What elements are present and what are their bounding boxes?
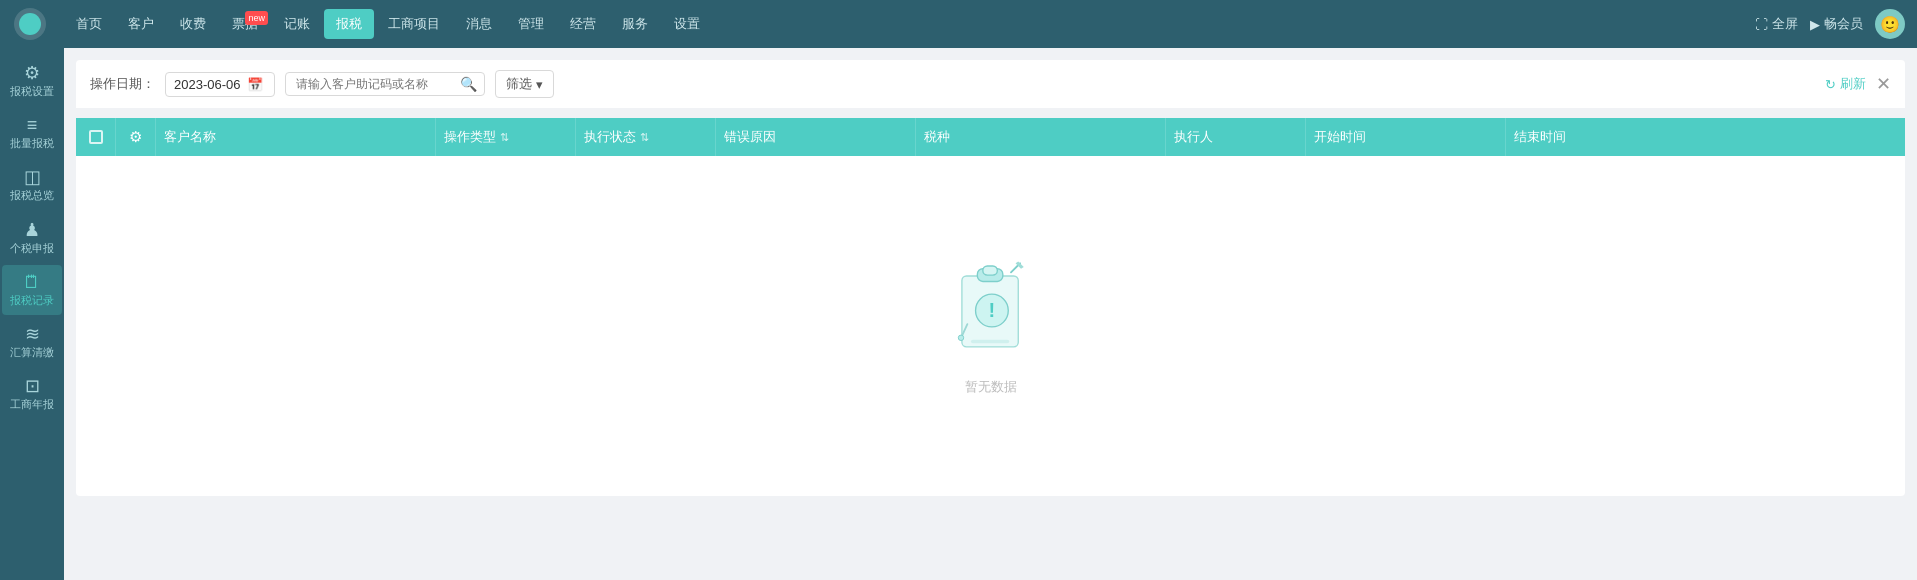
search-wrapper: 🔍: [285, 72, 485, 96]
nav-item-invoice[interactable]: 票据new: [220, 9, 270, 39]
calendar-icon: 📅: [247, 77, 263, 92]
th-label-client_name: 客户名称: [164, 128, 216, 146]
sidebar-item-tax-summary[interactable]: ◫ 报税总览: [2, 160, 62, 210]
svg-rect-7: [971, 340, 1009, 344]
sidebar-label-personal-tax: 个税申报: [10, 242, 54, 255]
empty-state: ! 暂无数据: [76, 156, 1905, 496]
sort-icon-op_type: ⇅: [500, 131, 509, 144]
th-end_time: 结束时间: [1506, 118, 1686, 156]
th-label-tax_type: 税种: [924, 128, 950, 146]
sort-icon-exec_status: ⇅: [640, 131, 649, 144]
th-checkbox: [76, 118, 116, 156]
search-input[interactable]: [285, 72, 485, 96]
svg-text:!: !: [988, 299, 995, 321]
close-button[interactable]: ✕: [1876, 75, 1891, 93]
sidebar-label-annual-report: 工商年报: [10, 398, 54, 411]
empty-text: 暂无数据: [965, 378, 1017, 396]
nav-item-manage[interactable]: 管理: [506, 9, 556, 39]
nav-item-settings[interactable]: 设置: [662, 9, 712, 39]
table-container: ⚙客户名称操作类型 ⇅执行状态 ⇅错误原因税种执行人开始时间结束时间 !: [76, 118, 1905, 496]
th-error_reason: 错误原因: [716, 118, 916, 156]
sidebar: ⚙ 报税设置 ≡ 批量报税 ◫ 报税总览 ♟ 个税申报 🗒 报税记录 ≋ 汇算清缴 ⊡ 工商年报: [0, 48, 64, 580]
nav-item-operation[interactable]: 经营: [558, 9, 608, 39]
th-label-op_type: 操作类型: [444, 128, 496, 146]
nav-menu: 首页客户收费票据new记账报税工商项目消息管理经营服务设置: [64, 9, 1755, 39]
date-value: 2023-06-06: [174, 77, 241, 92]
nav-item-business[interactable]: 工商项目: [376, 9, 452, 39]
date-picker[interactable]: 2023-06-06 📅: [165, 72, 275, 97]
top-navigation: 首页客户收费票据new记账报税工商项目消息管理经营服务设置 ⛶ 全屏 ▶ 畅会员…: [0, 0, 1917, 48]
th-op_type[interactable]: 操作类型 ⇅: [436, 118, 576, 156]
nav-item-tax[interactable]: 报税: [324, 9, 374, 39]
refresh-button[interactable]: ↻ 刷新: [1825, 75, 1866, 93]
nav-item-message[interactable]: 消息: [454, 9, 504, 39]
th-label-start_time: 开始时间: [1314, 128, 1366, 146]
empty-illustration: !: [941, 256, 1041, 366]
sidebar-item-tax-record[interactable]: 🗒 报税记录: [2, 265, 62, 315]
main-content: 操作日期： 2023-06-06 📅 🔍 筛选 ▾ ↻ 刷新 ✕ ⚙ 客户名称 操作…: [64, 48, 1917, 580]
nav-item-collection[interactable]: 收费: [168, 9, 218, 39]
th-start_time: 开始时间: [1306, 118, 1506, 156]
sidebar-label-batch-tax: 批量报税: [10, 137, 54, 150]
avatar[interactable]: 🙂: [1875, 9, 1905, 39]
th-executor: 执行人: [1166, 118, 1306, 156]
date-label: 操作日期：: [90, 75, 155, 93]
sidebar-item-settlement[interactable]: ≋ 汇算清缴: [2, 317, 62, 367]
app-logo: [12, 6, 48, 42]
th-settings: ⚙: [116, 118, 156, 156]
sidebar-item-batch-tax[interactable]: ≡ 批量报税: [2, 108, 62, 158]
nav-right-section: ⛶ 全屏 ▶ 畅会员 🙂: [1755, 9, 1905, 39]
nav-item-client[interactable]: 客户: [116, 9, 166, 39]
sidebar-label-tax-summary: 报税总览: [10, 189, 54, 202]
th-client_name: 客户名称: [156, 118, 436, 156]
th-exec_status[interactable]: 执行状态 ⇅: [576, 118, 716, 156]
th-tax_type: 税种: [916, 118, 1166, 156]
annual-report-icon: ⊡: [25, 377, 40, 395]
nav-item-service[interactable]: 服务: [610, 9, 660, 39]
tax-settings-icon: ⚙: [24, 64, 40, 82]
table-header: ⚙客户名称操作类型 ⇅执行状态 ⇅错误原因税种执行人开始时间结束时间: [76, 118, 1905, 156]
sidebar-item-annual-report[interactable]: ⊡ 工商年报: [2, 369, 62, 419]
column-settings-icon[interactable]: ⚙: [129, 128, 142, 146]
th-label-error_reason: 错误原因: [724, 128, 776, 146]
sidebar-label-tax-settings: 报税设置: [10, 85, 54, 98]
batch-tax-icon: ≡: [27, 116, 38, 134]
chevron-down-icon: ▾: [536, 77, 543, 92]
sidebar-label-settlement: 汇算清缴: [10, 346, 54, 359]
sidebar-item-tax-settings[interactable]: ⚙ 报税设置: [2, 56, 62, 106]
main-layout: ⚙ 报税设置 ≡ 批量报税 ◫ 报税总览 ♟ 个税申报 🗒 报税记录 ≋ 汇算清缴 ⊡ 工商年报 操作日期…: [0, 48, 1917, 580]
nav-item-home[interactable]: 首页: [64, 9, 114, 39]
filter-label: 筛选: [506, 75, 532, 93]
tax-summary-icon: ◫: [24, 168, 41, 186]
th-label-exec_status: 执行状态: [584, 128, 636, 146]
avatar-icon: 🙂: [1880, 15, 1900, 34]
member-icon: ▶: [1810, 17, 1820, 32]
th-label-executor: 执行人: [1174, 128, 1213, 146]
settlement-icon: ≋: [25, 325, 40, 343]
fullscreen-button[interactable]: ⛶ 全屏: [1755, 15, 1798, 33]
personal-tax-icon: ♟: [24, 221, 40, 239]
th-label-end_time: 结束时间: [1514, 128, 1566, 146]
svg-rect-2: [982, 266, 997, 275]
refresh-icon: ↻: [1825, 77, 1836, 92]
filter-button[interactable]: 筛选 ▾: [495, 70, 554, 98]
select-all-checkbox[interactable]: [89, 130, 103, 144]
fullscreen-icon: ⛶: [1755, 17, 1768, 32]
toolbar: 操作日期： 2023-06-06 📅 🔍 筛选 ▾ ↻ 刷新 ✕: [76, 60, 1905, 108]
sidebar-item-personal-tax[interactable]: ♟ 个税申报: [2, 213, 62, 263]
tax-record-icon: 🗒: [23, 273, 41, 291]
sidebar-label-tax-record: 报税记录: [10, 294, 54, 307]
member-button[interactable]: ▶ 畅会员: [1810, 15, 1863, 33]
search-icon: 🔍: [460, 76, 477, 92]
svg-point-9: [958, 335, 963, 340]
nav-item-accounting[interactable]: 记账: [272, 9, 322, 39]
